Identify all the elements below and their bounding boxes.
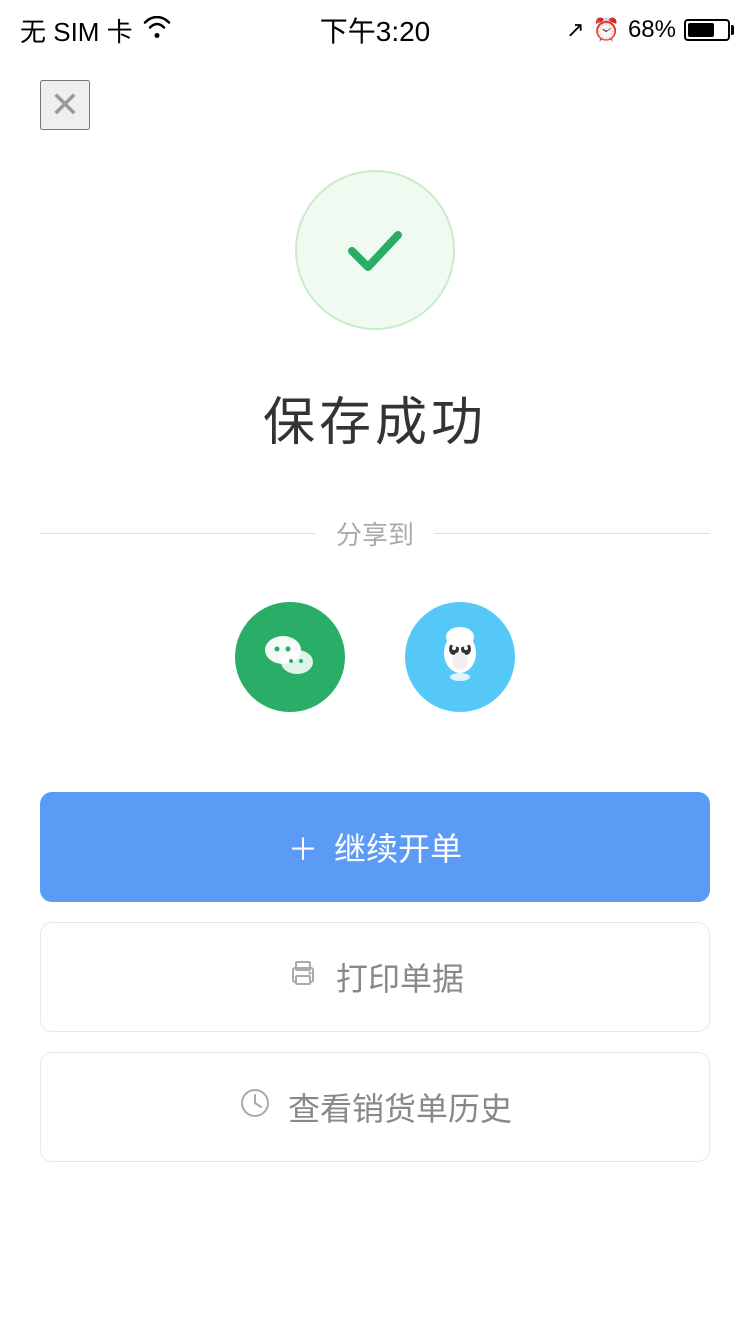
continue-button[interactable]: ＋ 继续开单 — [40, 792, 710, 902]
divider-left — [40, 533, 316, 534]
carrier-text: 无 SIM 卡 — [20, 12, 133, 49]
status-carrier: 无 SIM 卡 — [20, 12, 171, 49]
status-right: ↗ ⏰ 68% — [566, 16, 730, 44]
history-button[interactable]: 查看销货单历史 — [40, 1052, 710, 1162]
qq-icon — [430, 627, 490, 687]
main-content: ✕ 保存成功 分享到 — [0, 60, 750, 1202]
action-buttons: ＋ 继续开单 打印单据 — [40, 792, 710, 1162]
battery-percent: 68% — [628, 16, 676, 44]
alarm-icon: ⏰ — [593, 17, 620, 43]
wechat-icon — [257, 624, 323, 690]
plus-icon: ＋ — [288, 825, 318, 869]
share-label: 分享到 — [336, 515, 414, 552]
close-icon: ✕ — [50, 87, 80, 123]
share-divider: 分享到 — [40, 515, 710, 552]
continue-label: 继续开单 — [334, 824, 462, 870]
checkmark-icon — [340, 215, 410, 285]
print-label: 打印单据 — [336, 954, 464, 1000]
success-indicator — [295, 170, 455, 330]
success-title: 保存成功 — [263, 380, 487, 455]
close-button[interactable]: ✕ — [40, 80, 90, 130]
print-button[interactable]: 打印单据 — [40, 922, 710, 1032]
printer-icon — [286, 956, 320, 998]
share-icons-container — [235, 602, 515, 712]
history-label: 查看销货单历史 — [288, 1084, 512, 1130]
wifi-icon — [143, 16, 171, 45]
status-time: 下午3:20 — [320, 10, 431, 50]
location-icon: ↗ — [566, 17, 584, 43]
qq-share-button[interactable] — [405, 602, 515, 712]
clock-icon — [238, 1086, 272, 1128]
status-bar: 无 SIM 卡 下午3:20 ↗ ⏰ 68% — [0, 0, 750, 60]
battery-icon — [684, 19, 730, 41]
divider-right — [434, 533, 710, 534]
wechat-share-button[interactable] — [235, 602, 345, 712]
